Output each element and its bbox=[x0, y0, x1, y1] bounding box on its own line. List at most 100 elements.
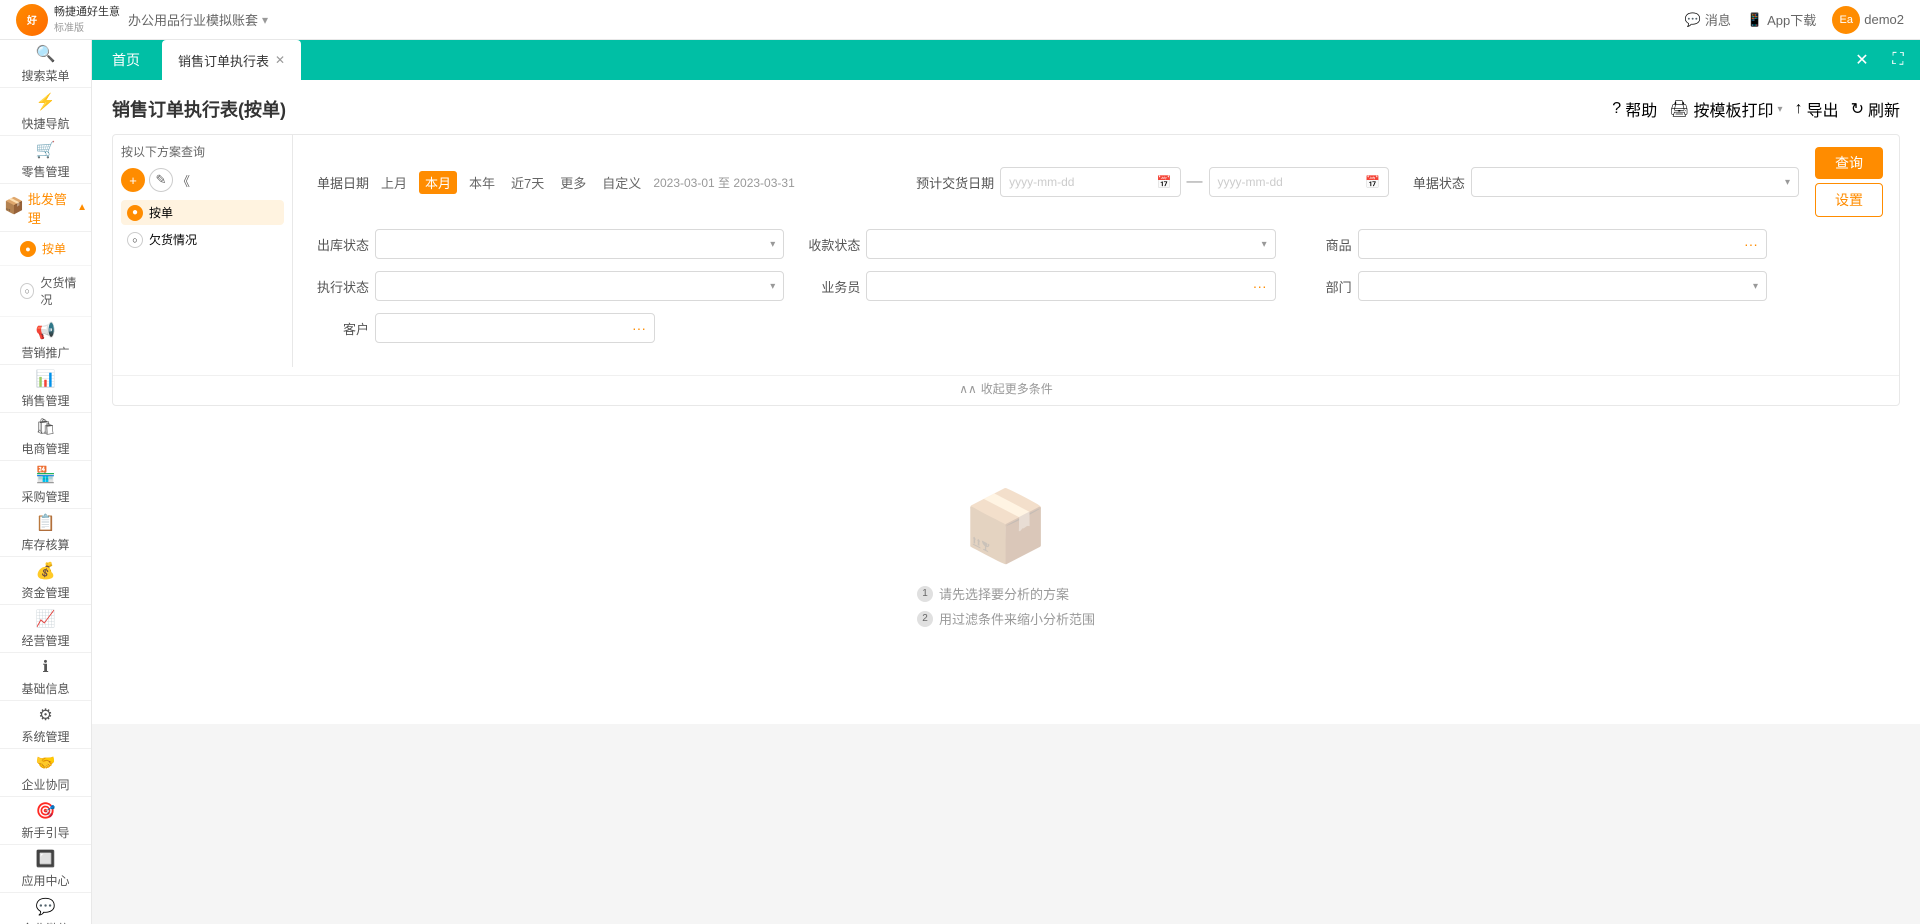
date-tab-custom[interactable]: 自定义 bbox=[598, 171, 645, 194]
app-download-button[interactable]: 📱 App下载 bbox=[1747, 10, 1816, 29]
date-field-group: 单据日期 上月 本月 本年 近7天 更多 自定义 bbox=[309, 171, 900, 194]
date-tab-thisyear[interactable]: 本年 bbox=[465, 171, 499, 194]
export-button[interactable]: ↑ 导出 bbox=[1795, 97, 1839, 121]
dept-chevron: ▾ bbox=[1753, 281, 1758, 292]
inventory-icon: 📋 bbox=[36, 513, 56, 533]
out-status-label: 出库状态 bbox=[309, 235, 369, 254]
sidebar-item-operation[interactable]: 📈 经营管理 bbox=[0, 605, 91, 653]
sidebar-item-sales[interactable]: 📊 销售管理 bbox=[0, 365, 91, 413]
system-icon: ⚙ bbox=[38, 705, 52, 725]
edit-plan-button[interactable]: ✎ bbox=[149, 168, 173, 192]
date-tab-lastmonth[interactable]: 上月 bbox=[377, 171, 411, 194]
sidebar-item-search[interactable]: 🔍 搜索菜单 bbox=[0, 40, 91, 88]
plan-item-press[interactable]: ● 按单 bbox=[121, 200, 284, 225]
tab-close-window-button[interactable]: ✕ bbox=[1848, 46, 1876, 74]
out-status-field: 出库状态 ▾ bbox=[309, 229, 784, 259]
sidebar-item-newbie[interactable]: 🎯 新手引导 bbox=[0, 797, 91, 845]
predict-date-start[interactable]: yyyy-mm-dd 📅 bbox=[1000, 167, 1180, 197]
corpwechat-icon: 💬 bbox=[36, 897, 56, 917]
salesman-dots-icon[interactable]: ··· bbox=[1253, 278, 1267, 294]
sidebar-label-wholesale: 批发管理 bbox=[28, 189, 73, 227]
top-bar: 好 畅捷通好生意 标准版 办公用品行业模拟账套 ▾ 💬 消息 📱 App下载 E… bbox=[0, 0, 1920, 40]
receive-status-field: 收款状态 ▾ bbox=[800, 229, 1275, 259]
sidebar-item-marketing[interactable]: 📢 营销推广 bbox=[0, 317, 91, 365]
message-button[interactable]: 💬 消息 bbox=[1685, 10, 1731, 29]
sidebar-label-retail: 零售管理 bbox=[21, 163, 69, 180]
tip-num-2: 2 bbox=[917, 611, 933, 627]
logo-text: 畅捷通好生意 bbox=[54, 5, 120, 19]
help-button[interactable]: ? 帮助 bbox=[1612, 97, 1657, 121]
sidebar-label-corpwechat: 企业微信 bbox=[21, 920, 69, 924]
date-tab-7days[interactable]: 近7天 bbox=[507, 171, 548, 194]
purchase-icon: 🏪 bbox=[36, 465, 56, 485]
predict-date-end[interactable]: yyyy-mm-dd 📅 bbox=[1209, 167, 1389, 197]
sidebar-item-system[interactable]: ⚙ 系统管理 bbox=[0, 701, 91, 749]
export-icon: ↑ bbox=[1795, 100, 1803, 118]
sidebar-item-finance[interactable]: 💰 资金管理 bbox=[0, 557, 91, 605]
out-status-select[interactable]: ▾ bbox=[375, 229, 784, 259]
sidebar-item-wholesale[interactable]: 📦 批发管理 ▲ bbox=[0, 184, 91, 232]
add-plan-button[interactable]: + bbox=[121, 168, 145, 192]
doc-status-chevron: ▾ bbox=[1785, 177, 1790, 188]
filter-conditions: 单据日期 上月 本月 本年 近7天 更多 自定义 bbox=[293, 135, 1899, 367]
print-button[interactable]: 🖨 按模板打印 ▾ bbox=[1669, 97, 1782, 121]
receive-status-select[interactable]: ▾ bbox=[866, 229, 1275, 259]
sidebar-item-retail[interactable]: 🛒 零售管理 bbox=[0, 136, 91, 184]
sidebar-item-ecommerce[interactable]: 🛍 电商管理 bbox=[0, 413, 91, 461]
customer-select[interactable]: ··· bbox=[375, 313, 655, 343]
wholesale-icon: 📦 bbox=[4, 196, 24, 216]
dept-label: 部门 bbox=[1292, 277, 1352, 296]
sidebar-item-corpwechat[interactable]: 💬 企业微信 bbox=[0, 893, 91, 924]
sidebar: 🔍 搜索菜单 ⚡ 快捷导航 🛒 零售管理 📦 批发管理 ▲ ● 按单 ○ bbox=[0, 40, 92, 924]
exec-status-select[interactable]: ▾ bbox=[375, 271, 784, 301]
goods-dots-icon[interactable]: ··· bbox=[1744, 236, 1758, 252]
collapse-plan-button[interactable]: 《 bbox=[177, 168, 190, 192]
export-label: 导出 bbox=[1807, 97, 1839, 121]
query-button[interactable]: 查询 bbox=[1815, 147, 1883, 179]
date-tab-more[interactable]: 更多 bbox=[556, 171, 590, 194]
page-actions: ? 帮助 🖨 按模板打印 ▾ ↑ 导出 ↻ bbox=[1612, 97, 1900, 121]
sidebar-label-inventory: 库存核算 bbox=[21, 536, 69, 553]
sidebar-item-inventory[interactable]: 📋 库存核算 bbox=[0, 509, 91, 557]
plan-bullet-shortage: ○ bbox=[127, 232, 143, 248]
user-area[interactable]: Ea demo2 bbox=[1832, 6, 1904, 34]
sidebar-sub-label-press: 按单 bbox=[42, 240, 66, 257]
sidebar-item-quicknav[interactable]: ⚡ 快捷导航 bbox=[0, 88, 91, 136]
top-bar-right: 💬 消息 📱 App下载 Ea demo2 bbox=[1685, 6, 1904, 34]
date-tab-thismonth[interactable]: 本月 bbox=[419, 171, 457, 194]
tab-home[interactable]: 首页 bbox=[92, 40, 160, 80]
message-icon: 💬 bbox=[1685, 12, 1701, 28]
filter-panel-inner: 按以下方案查询 + ✎ 《 ● 按单 bbox=[113, 135, 1899, 367]
salesman-select[interactable]: ··· bbox=[866, 271, 1275, 301]
filter-section: 按以下方案查询 + ✎ 《 ● 按单 bbox=[112, 134, 1900, 406]
refresh-icon: ↻ bbox=[1851, 99, 1864, 119]
plan-item-shortage[interactable]: ○ 欠货情况 bbox=[121, 227, 284, 252]
app-label: App下载 bbox=[1767, 10, 1816, 29]
sidebar-item-collab[interactable]: 🤝 企业协同 bbox=[0, 749, 91, 797]
filter-plan-buttons: + ✎ 《 bbox=[121, 168, 284, 192]
doc-status-select[interactable]: ▾ bbox=[1471, 167, 1799, 197]
filter-footer: ∧∧ 收起更多条件 bbox=[113, 375, 1899, 405]
collapse-more-button[interactable]: ∧∧ 收起更多条件 bbox=[959, 380, 1053, 397]
tab-maximize-button[interactable]: ⛶ bbox=[1884, 46, 1912, 74]
refresh-button[interactable]: ↻ 刷新 bbox=[1851, 97, 1900, 121]
goods-select[interactable]: ··· bbox=[1358, 229, 1767, 259]
goods-field: 商品 ··· bbox=[1292, 229, 1767, 259]
tab-close-icon[interactable]: ✕ bbox=[275, 53, 285, 67]
customer-dots-icon[interactable]: ··· bbox=[632, 320, 646, 336]
tab-sales-order[interactable]: 销售订单执行表 ✕ bbox=[162, 40, 301, 80]
sidebar-sub-item-press[interactable]: ● 按单 bbox=[0, 232, 91, 266]
settings-button[interactable]: 设置 bbox=[1815, 183, 1883, 217]
sidebar-item-purchase[interactable]: 🏪 采购管理 bbox=[0, 461, 91, 509]
tip-text-2: 用过滤条件来缩小分析范围 bbox=[939, 609, 1095, 628]
collab-icon: 🤝 bbox=[36, 753, 56, 773]
sidebar-sub-item-shortage[interactable]: ○ 欠货情况 bbox=[0, 266, 91, 317]
sidebar-item-basicinfo[interactable]: ℹ 基础信息 bbox=[0, 653, 91, 701]
sidebar-item-appcenter[interactable]: 🔲 应用中心 bbox=[0, 845, 91, 893]
breadcrumb-arrow-icon[interactable]: ▾ bbox=[262, 13, 268, 27]
dept-select[interactable]: ▾ bbox=[1358, 271, 1767, 301]
print-label: 按模板打印 bbox=[1694, 97, 1774, 121]
customer-label: 客户 bbox=[309, 319, 369, 338]
doc-status-field: 单据状态 ▾ bbox=[1405, 167, 1799, 197]
calendar-icon-2: 📅 bbox=[1365, 175, 1380, 189]
